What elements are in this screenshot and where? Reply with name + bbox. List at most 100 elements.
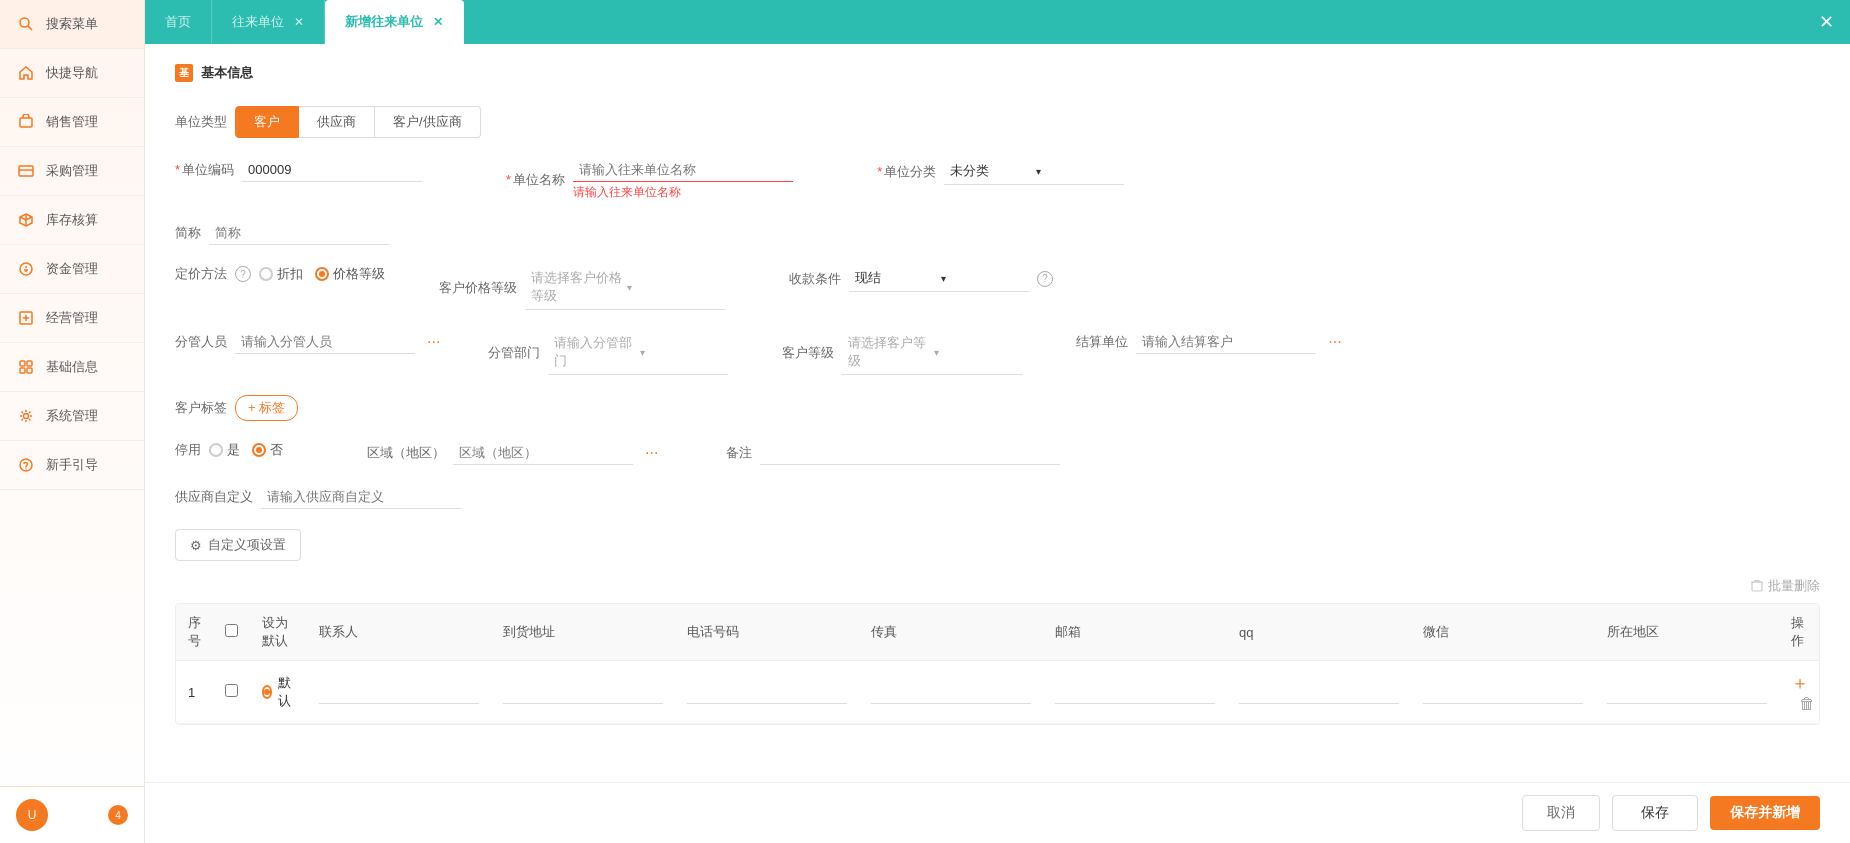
phone-input[interactable]: [687, 680, 847, 704]
customer-level-select[interactable]: 请选择客户等级 ▾: [842, 330, 1022, 375]
type-btn-both[interactable]: 客户/供应商: [375, 106, 481, 138]
tab-partners-close[interactable]: ✕: [294, 15, 304, 29]
tab-new-partner-close[interactable]: ✕: [433, 15, 443, 29]
sidebar-item-inventory[interactable]: 库存核算: [0, 196, 144, 245]
payment-terms-select[interactable]: 现结 ▾: [849, 265, 1029, 292]
supplier-custom-row: 供应商自定义: [175, 485, 1820, 509]
col-action: 操作: [1779, 604, 1820, 661]
svg-rect-2: [20, 118, 32, 127]
disable-radio-no[interactable]: 否: [252, 441, 283, 459]
alias-input[interactable]: [209, 221, 389, 245]
sidebar-item-guide[interactable]: 新手引导: [0, 441, 144, 490]
unit-code-label: *单位编码: [175, 161, 234, 179]
sidebar-item-sales[interactable]: 销售管理: [0, 98, 144, 147]
supplier-custom-field: 供应商自定义: [175, 485, 461, 509]
settlement-more-icon[interactable]: ···: [1324, 333, 1345, 351]
department-select[interactable]: 请输入分管部门 ▾: [548, 330, 728, 375]
sidebar-item-basic[interactable]: 基础信息: [0, 343, 144, 392]
tab-home-label: 首页: [165, 13, 191, 31]
window-close-button[interactable]: ✕: [1803, 11, 1850, 33]
qq-input[interactable]: [1239, 680, 1399, 704]
unit-name-label: *单位名称: [506, 171, 565, 189]
sidebar-item-label: 快捷导航: [46, 64, 98, 82]
manager-input[interactable]: [235, 330, 415, 354]
svg-point-5: [20, 263, 32, 275]
section-title-text: 基本信息: [201, 64, 253, 82]
row-default-radio[interactable]: [262, 685, 272, 699]
unit-code-field: *单位编码: [175, 158, 422, 182]
department-label: 分管部门: [488, 344, 540, 362]
sidebar-item-finance[interactable]: 资金管理: [0, 245, 144, 294]
address-input[interactable]: [503, 680, 663, 704]
payment-terms-label: 收款条件: [789, 270, 841, 288]
chevron-down-icon: ▾: [941, 273, 1023, 284]
pricing-radio-discount[interactable]: 折扣: [259, 265, 303, 283]
region-more-icon[interactable]: ···: [641, 444, 662, 462]
disable-radio-yes[interactable]: 是: [209, 441, 240, 459]
payment-terms-field: 收款条件 现结 ▾ ?: [789, 265, 1053, 292]
inventory-icon: [16, 210, 36, 230]
sidebar-item-quicknav[interactable]: 快捷导航: [0, 49, 144, 98]
manager-more-icon[interactable]: ···: [423, 333, 444, 351]
fax-input[interactable]: [871, 680, 1031, 704]
disable-yes-label: 是: [227, 441, 240, 459]
unit-type-buttons: 客户 供应商 客户/供应商: [235, 106, 481, 138]
del-row-button[interactable]: 🗑: [1799, 695, 1815, 712]
customer-level-field: 客户等级 请选择客户等级 ▾: [782, 330, 1022, 375]
custom-settings-button[interactable]: ⚙ 自定义项设置: [175, 529, 301, 561]
sidebar-item-search[interactable]: 搜索菜单: [0, 0, 144, 49]
col-seq: 序号: [176, 604, 213, 661]
email-input[interactable]: [1055, 680, 1215, 704]
unit-code-input[interactable]: [242, 158, 422, 182]
sidebar-item-system[interactable]: 系统管理: [0, 392, 144, 441]
tab-new-partner[interactable]: 新增往来单位 ✕: [325, 0, 464, 44]
home-icon: [16, 63, 36, 83]
sidebar-item-purchase[interactable]: 采购管理: [0, 147, 144, 196]
type-btn-supplier[interactable]: 供应商: [299, 106, 375, 138]
add-row-button[interactable]: ＋: [1791, 673, 1809, 693]
region-input[interactable]: [453, 441, 633, 465]
radio-circle-pricelevel: [315, 267, 329, 281]
supplier-custom-input[interactable]: [261, 485, 461, 509]
sidebar-item-label: 采购管理: [46, 162, 98, 180]
sidebar-item-operations[interactable]: 经营管理: [0, 294, 144, 343]
pricing-help-icon[interactable]: ?: [235, 266, 251, 282]
tab-new-partner-label: 新增往来单位: [345, 13, 423, 31]
region-row-input[interactable]: [1607, 680, 1767, 704]
gear-icon: ⚙: [190, 538, 202, 553]
sidebar-item-label: 经营管理: [46, 309, 98, 327]
tab-partners[interactable]: 往来单位 ✕: [212, 0, 325, 44]
add-tag-button[interactable]: + 标签: [235, 395, 298, 421]
form-content: 基 基本信息 单位类型 客户 供应商 客户/供应商 *单位编码: [145, 44, 1850, 782]
cancel-button[interactable]: 取消: [1522, 795, 1600, 831]
customer-tag-label: 客户标签: [175, 399, 227, 417]
row-qq: [1227, 661, 1411, 724]
svg-rect-16: [1752, 582, 1762, 591]
unit-category-select[interactable]: 未分类 ▾: [944, 158, 1124, 185]
unit-name-input[interactable]: [573, 158, 793, 182]
search-icon: [16, 14, 36, 34]
customer-price-level-select[interactable]: 请选择客户价格等级 ▾: [525, 265, 725, 310]
disable-label: 停用: [175, 441, 201, 459]
row-checkbox-cell: [213, 661, 250, 724]
remark-input[interactable]: [760, 441, 1060, 465]
customer-price-level-field: 客户价格等级 请选择客户价格等级 ▾: [439, 265, 725, 310]
payment-help-icon[interactable]: ?: [1037, 271, 1053, 287]
save-new-button[interactable]: 保存并新增: [1710, 796, 1820, 830]
pricing-radio-pricelevel[interactable]: 价格等级: [315, 265, 385, 283]
type-btn-customer[interactable]: 客户: [235, 106, 299, 138]
wechat-input[interactable]: [1423, 680, 1583, 704]
row-checkbox[interactable]: [225, 684, 238, 697]
sidebar-item-label: 新手引导: [46, 456, 98, 474]
add-tag-label: + 标签: [248, 399, 285, 417]
tab-home[interactable]: 首页: [145, 0, 212, 44]
user-avatar[interactable]: U: [16, 799, 48, 831]
col-default: 设为默认: [250, 604, 307, 661]
save-button[interactable]: 保存: [1612, 795, 1698, 831]
select-all-checkbox[interactable]: [225, 624, 238, 637]
settlement-unit-input[interactable]: [1136, 330, 1316, 354]
notification-badge[interactable]: 4: [108, 805, 128, 825]
contact-input[interactable]: [319, 680, 479, 704]
batch-delete-label[interactable]: 批量删除: [1768, 577, 1820, 595]
sidebar-item-label: 系统管理: [46, 407, 98, 425]
